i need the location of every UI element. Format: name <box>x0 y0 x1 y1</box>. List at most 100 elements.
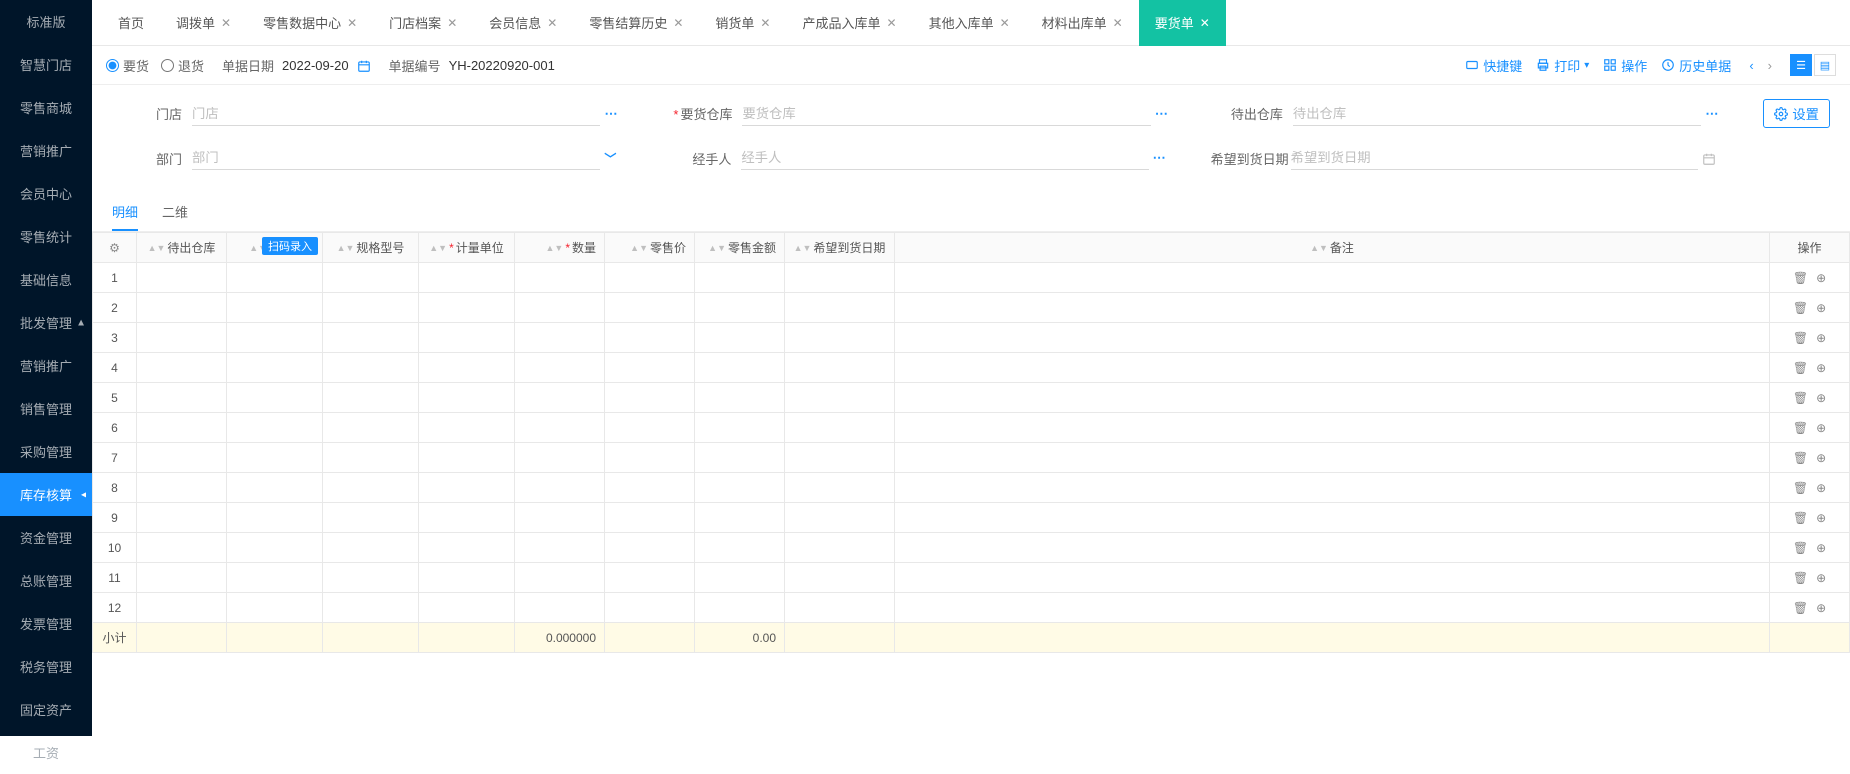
cell-out-wh[interactable] <box>137 443 227 473</box>
cell-expect[interactable] <box>785 533 895 563</box>
row-delete-icon[interactable]: 🗑 <box>1793 451 1808 465</box>
row-delete-icon[interactable]: 🗑 <box>1793 511 1808 525</box>
sort-icon[interactable]: ▲▼ <box>794 246 812 251</box>
row-add-icon[interactable]: ⊕ <box>1816 331 1826 345</box>
row-delete-icon[interactable]: 🗑 <box>1793 481 1808 495</box>
close-icon[interactable]: ✕ <box>447 16 457 30</box>
cell-spec[interactable] <box>323 353 419 383</box>
tab-10[interactable]: 要货单✕ <box>1139 0 1226 46</box>
sidebar-item-2[interactable]: 零售商城 <box>0 86 92 129</box>
tab-5[interactable]: 零售结算历史✕ <box>573 0 699 46</box>
sort-icon[interactable]: ▲▼ <box>708 246 726 251</box>
cell-amount[interactable] <box>695 593 785 623</box>
cell-unit[interactable] <box>419 353 515 383</box>
cell-out-wh[interactable] <box>137 353 227 383</box>
sidebar-item-4[interactable]: 会员中心 <box>0 172 92 215</box>
cell-spec[interactable] <box>323 413 419 443</box>
cell-remark[interactable] <box>895 293 1770 323</box>
sidebar-item-6[interactable]: 基础信息 <box>0 258 92 301</box>
row-add-icon[interactable]: ⊕ <box>1816 391 1826 405</box>
cell-unit[interactable] <box>419 473 515 503</box>
doc-date-value[interactable]: 2022-09-20 <box>282 58 349 73</box>
row-add-icon[interactable]: ⊕ <box>1816 601 1826 615</box>
cell-expect[interactable] <box>785 443 895 473</box>
cell-unit[interactable] <box>419 383 515 413</box>
row-add-icon[interactable]: ⊕ <box>1816 361 1826 375</box>
sidebar-item-13[interactable]: 总账管理 <box>0 559 92 602</box>
table-row[interactable]: 10🗑⊕ <box>93 533 1850 563</box>
cell-qty[interactable] <box>515 563 605 593</box>
cell-remark[interactable] <box>895 593 1770 623</box>
cell-price[interactable] <box>605 563 695 593</box>
sidebar-item-5[interactable]: 零售统计 <box>0 215 92 258</box>
cell-spec[interactable] <box>323 563 419 593</box>
row-delete-icon[interactable]: 🗑 <box>1793 391 1808 405</box>
cell-remark[interactable] <box>895 263 1770 293</box>
scan-badge[interactable]: 扫码录入 <box>262 237 318 255</box>
cell-remark[interactable] <box>895 563 1770 593</box>
subtab-detail[interactable]: 明细 <box>112 194 138 231</box>
sidebar-item-16[interactable]: 固定资产 <box>0 688 92 731</box>
table-row[interactable]: 7🗑⊕ <box>93 443 1850 473</box>
history-action[interactable]: 历史单据 <box>1661 56 1731 75</box>
cell-remark[interactable] <box>895 353 1770 383</box>
cell-out-wh[interactable] <box>137 503 227 533</box>
out-wh-input[interactable] <box>1293 102 1701 126</box>
row-add-icon[interactable]: ⊕ <box>1816 511 1826 525</box>
cell-price[interactable] <box>605 413 695 443</box>
cell-spec[interactable] <box>323 503 419 533</box>
close-icon[interactable]: ✕ <box>1200 16 1210 30</box>
expect-calendar-icon[interactable] <box>1698 150 1720 166</box>
cell-product[interactable] <box>227 593 323 623</box>
cell-out-wh[interactable] <box>137 413 227 443</box>
cell-amount[interactable] <box>695 263 785 293</box>
sort-icon[interactable]: ▲▼ <box>630 246 648 251</box>
tab-6[interactable]: 销货单✕ <box>699 0 786 46</box>
cell-expect[interactable] <box>785 593 895 623</box>
cell-product[interactable] <box>227 293 323 323</box>
cell-remark[interactable] <box>895 323 1770 353</box>
close-icon[interactable]: ✕ <box>1000 16 1010 30</box>
cell-product[interactable] <box>227 263 323 293</box>
tab-3[interactable]: 门店档案✕ <box>373 0 473 46</box>
cell-amount[interactable] <box>695 533 785 563</box>
cell-spec[interactable] <box>323 263 419 293</box>
cell-product[interactable] <box>227 413 323 443</box>
cell-expect[interactable] <box>785 353 895 383</box>
cell-product[interactable] <box>227 353 323 383</box>
cell-amount[interactable] <box>695 353 785 383</box>
table-row[interactable]: 11🗑⊕ <box>93 563 1850 593</box>
cell-unit[interactable] <box>419 533 515 563</box>
sidebar-item-7[interactable]: 批发管理▲ <box>0 301 92 344</box>
cell-qty[interactable] <box>515 293 605 323</box>
cell-unit[interactable] <box>419 593 515 623</box>
cell-out-wh[interactable] <box>137 563 227 593</box>
sort-icon[interactable]: ▲▼ <box>545 246 563 251</box>
cell-price[interactable] <box>605 443 695 473</box>
cell-amount[interactable] <box>695 323 785 353</box>
cell-product[interactable] <box>227 383 323 413</box>
cell-qty[interactable] <box>515 413 605 443</box>
cell-product[interactable] <box>227 533 323 563</box>
sidebar-item-1[interactable]: 智慧门店 <box>0 43 92 86</box>
cell-out-wh[interactable] <box>137 383 227 413</box>
table-row[interactable]: 3🗑⊕ <box>93 323 1850 353</box>
cell-product[interactable] <box>227 323 323 353</box>
cell-spec[interactable] <box>323 473 419 503</box>
sidebar-item-17[interactable]: 工资 <box>0 731 92 774</box>
cell-qty[interactable] <box>515 383 605 413</box>
cell-unit[interactable] <box>419 413 515 443</box>
cell-unit[interactable] <box>419 323 515 353</box>
pager-next[interactable]: › <box>1764 56 1776 75</box>
cell-expect[interactable] <box>785 473 895 503</box>
tab-4[interactable]: 会员信息✕ <box>473 0 573 46</box>
row-delete-icon[interactable]: 🗑 <box>1793 571 1808 585</box>
radio-return[interactable]: 退货 <box>161 56 204 75</box>
row-add-icon[interactable]: ⊕ <box>1816 451 1826 465</box>
table-row[interactable]: 9🗑⊕ <box>93 503 1850 533</box>
close-icon[interactable]: ✕ <box>887 16 897 30</box>
req-wh-more-icon[interactable]: ⋯ <box>1151 106 1173 122</box>
cell-out-wh[interactable] <box>137 323 227 353</box>
cell-remark[interactable] <box>895 533 1770 563</box>
sort-icon[interactable]: ▲▼ <box>429 246 447 251</box>
